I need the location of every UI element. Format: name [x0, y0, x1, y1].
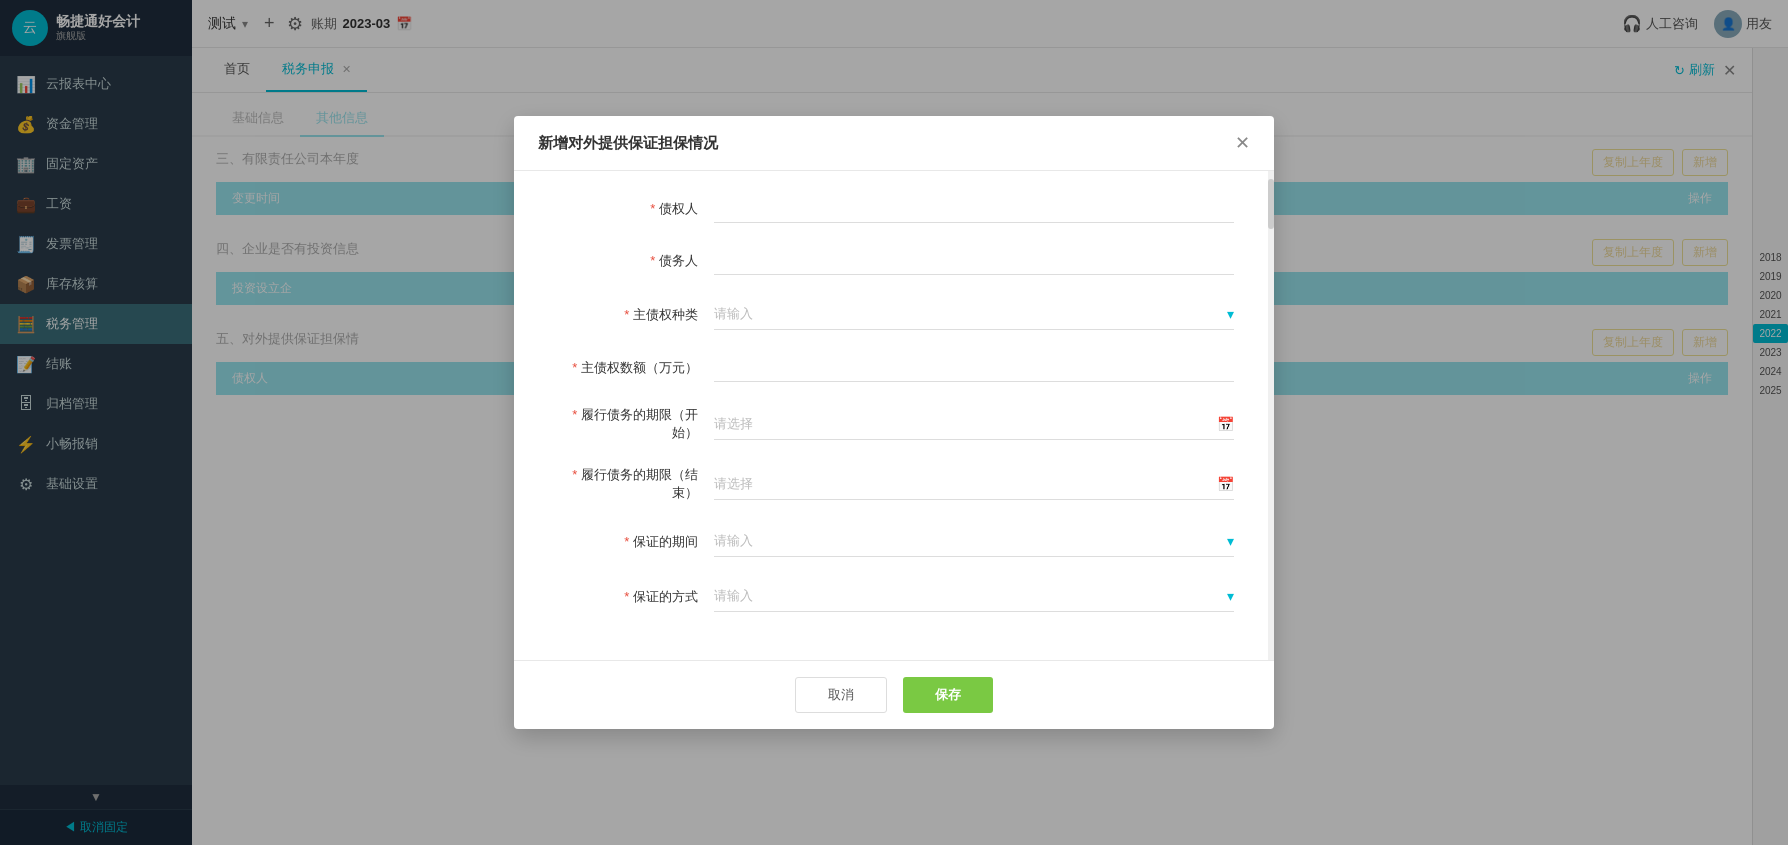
- modal: 新增对外提供保证担保情况 ✕ * 债权人 * 债务人: [514, 116, 1274, 729]
- input-debtor[interactable]: [714, 247, 1234, 275]
- chevron-down-icon: ▾: [1227, 306, 1234, 322]
- date-picker-end[interactable]: 请选择 📅: [714, 469, 1234, 500]
- chevron-down-3-icon: ▾: [1227, 588, 1234, 604]
- form-row-creditor: * 债权人: [554, 195, 1234, 223]
- form-row-debtor: * 债务人: [554, 247, 1234, 275]
- label-guarantee-method: * 保证的方式: [554, 588, 714, 606]
- modal-close-button[interactable]: ✕: [1235, 132, 1250, 154]
- input-debt-amount[interactable]: [714, 354, 1234, 382]
- save-button[interactable]: 保存: [903, 677, 993, 713]
- select-guarantee-period[interactable]: 请输入 ▾: [714, 526, 1234, 557]
- calendar-end-icon: 📅: [1217, 476, 1234, 492]
- form-row-period-end: * 履行债务的期限（结束） 请选择 📅: [554, 466, 1234, 502]
- cancel-button[interactable]: 取消: [795, 677, 887, 713]
- date-picker-start[interactable]: 请选择 📅: [714, 409, 1234, 440]
- calendar-start-icon: 📅: [1217, 416, 1234, 432]
- form-row-debt-type: * 主债权种类 请输入 ▾: [554, 299, 1234, 330]
- modal-footer: 取消 保存: [514, 660, 1274, 729]
- form-row-guarantee-method: * 保证的方式 请输入 ▾: [554, 581, 1234, 612]
- modal-title: 新增对外提供保证担保情况: [538, 134, 718, 153]
- chevron-down-2-icon: ▾: [1227, 533, 1234, 549]
- select-guarantee-method[interactable]: 请输入 ▾: [714, 581, 1234, 612]
- form-row-debt-amount: * 主债权数额（万元）: [554, 354, 1234, 382]
- select-debt-type[interactable]: 请输入 ▾: [714, 299, 1234, 330]
- select-debt-type-placeholder: 请输入: [714, 305, 753, 323]
- label-creditor: * 债权人: [554, 200, 714, 218]
- date-start-placeholder: 请选择: [714, 415, 753, 433]
- modal-body: * 债权人 * 债务人 * 主债权种类 请输入: [514, 171, 1274, 660]
- label-debtor: * 债务人: [554, 252, 714, 270]
- form-row-period-start: * 履行债务的期限（开始） 请选择 📅: [554, 406, 1234, 442]
- select-guarantee-period-placeholder: 请输入: [714, 532, 753, 550]
- form-row-guarantee-period: * 保证的期间 请输入 ▾: [554, 526, 1234, 557]
- date-end-placeholder: 请选择: [714, 475, 753, 493]
- modal-overlay: 新增对外提供保证担保情况 ✕ * 债权人 * 债务人: [0, 0, 1788, 845]
- label-guarantee-period: * 保证的期间: [554, 533, 714, 551]
- label-period-end: * 履行债务的期限（结束）: [554, 466, 714, 502]
- select-guarantee-method-placeholder: 请输入: [714, 587, 753, 605]
- label-period-start: * 履行债务的期限（开始）: [554, 406, 714, 442]
- modal-header: 新增对外提供保证担保情况 ✕: [514, 116, 1274, 171]
- label-debt-type: * 主债权种类: [554, 306, 714, 324]
- input-creditor[interactable]: [714, 195, 1234, 223]
- label-debt-amount: * 主债权数额（万元）: [554, 359, 714, 377]
